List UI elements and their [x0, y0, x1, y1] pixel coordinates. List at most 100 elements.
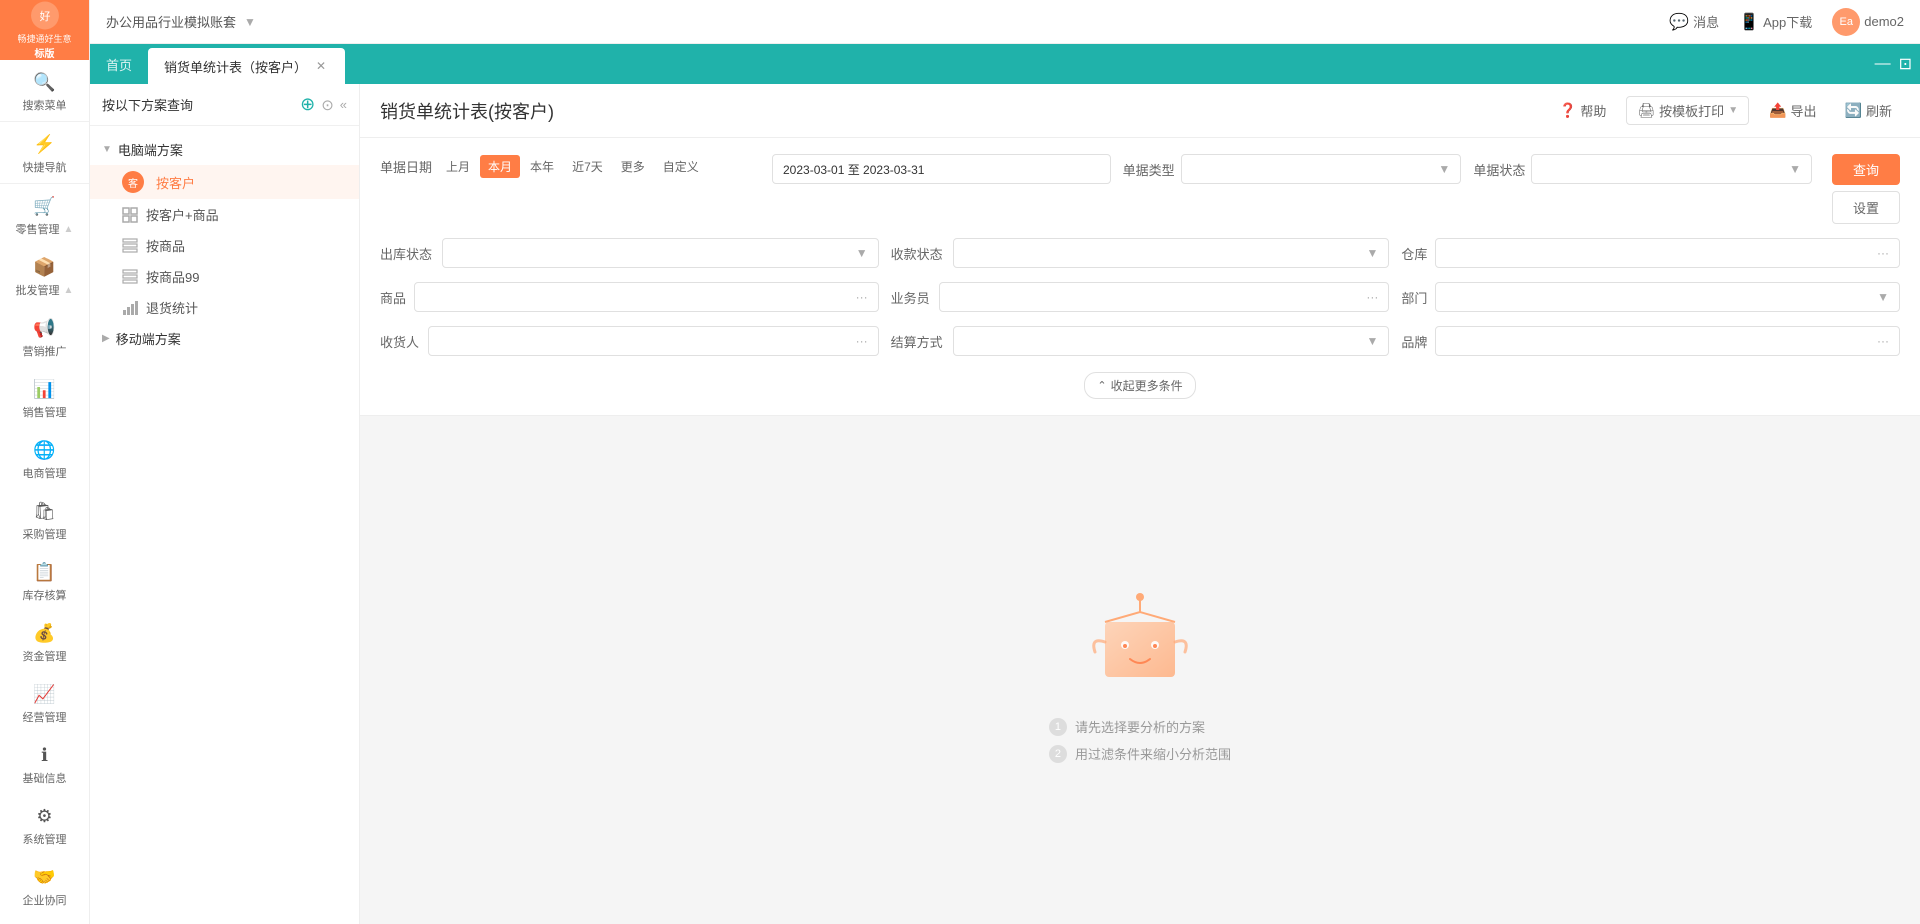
collapse-panel-btn[interactable]: « — [340, 97, 347, 112]
desktop-group-header[interactable]: ▼ 电脑端方案 — [90, 134, 359, 165]
empty-tip-1: 1 请先选择要分析的方案 — [1049, 717, 1231, 736]
tab-close-icon[interactable]: ✕ — [313, 58, 329, 74]
receiver-select[interactable]: ··· — [428, 326, 879, 356]
sidebar-item-purchase[interactable]: 🛍 采购管理 — [0, 489, 89, 550]
sidebar-item-enterprise[interactable]: 🤝 企业协同 — [0, 855, 89, 916]
tab-home[interactable]: 首页 — [90, 44, 148, 84]
collapse-button[interactable]: ⌃ 收起更多条件 — [1084, 372, 1195, 399]
desktop-group-label: 电脑端方案 — [118, 140, 183, 159]
sidebar-item-newbie[interactable]: 🎯 新手引导 — [0, 916, 89, 924]
sidebar-item-operations[interactable]: 📈 经营管理 — [0, 672, 89, 733]
sidebar-item-inventory[interactable]: 📋 库存核算 — [0, 550, 89, 611]
app-download-btn[interactable]: 📱 App下载 — [1739, 12, 1812, 32]
last7-btn[interactable]: 近7天 — [564, 154, 611, 179]
operations-icon: 📈 — [33, 684, 55, 705]
return-stats-icon — [122, 300, 138, 316]
salesperson-more-icon[interactable]: ··· — [1366, 290, 1378, 304]
brand-more-icon[interactable]: ··· — [1877, 334, 1889, 348]
sidebar-item-basic[interactable]: ℹ 基础信息 — [0, 733, 89, 794]
custom-date-btn[interactable]: 自定义 — [655, 154, 707, 179]
print-icon: 🖨 — [1637, 102, 1655, 119]
sidebar-item-wholesale[interactable]: 📦 批发管理 ▲ — [0, 245, 89, 306]
tabbar: 首页 销货单统计表（按客户） ✕ — ⊡ — [90, 44, 1920, 84]
sidebar-item-marketing[interactable]: 📢 营销推广 — [0, 306, 89, 367]
tab-maximize-icon[interactable]: ⊡ — [1899, 54, 1912, 74]
tree-item-by-goods-99[interactable]: 按商品99 — [90, 261, 359, 292]
tabbar-actions: — ⊡ — [1875, 54, 1920, 74]
app-download-icon: 📱 — [1739, 12, 1759, 32]
dept-select[interactable]: ▼ — [1435, 282, 1900, 312]
message-btn[interactable]: 💬 消息 — [1669, 12, 1719, 32]
sidebar-item-system[interactable]: ⚙ 系统管理 — [0, 794, 89, 855]
query-main: 销货单统计表(按客户) ❓ 帮助 🖨 按模板打印 ▼ 📤 导出 — [360, 84, 1920, 924]
topbar: 办公用品行业模拟账套 ▼ 💬 消息 📱 App下载 Ea demo2 — [90, 0, 1920, 44]
goods-group: 商品 ··· — [380, 282, 879, 312]
sidebar-item-quick-nav[interactable]: ⚡ 快捷导航 — [0, 122, 89, 184]
filter-area: 单据日期 上月 本月 本年 近7天 更多 自定义 2023-03-01 至 20… — [360, 138, 1920, 416]
sidebar-item-retail[interactable]: 🛒 零售管理 ▲ — [0, 184, 89, 245]
receive-status-chevron-icon: ▼ — [1366, 246, 1378, 260]
prev-month-btn[interactable]: 上月 — [438, 154, 478, 179]
purchase-icon: 🛍 — [33, 501, 56, 522]
sidebar-item-search[interactable]: 🔍 搜索菜单 — [0, 60, 89, 122]
receive-status-select[interactable]: ▼ — [953, 238, 1390, 268]
goods-more-icon[interactable]: ··· — [856, 290, 868, 304]
date-range-input[interactable]: 2023-03-01 至 2023-03-31 — [772, 154, 1111, 184]
collapse-bar: ⌃ 收起更多条件 — [380, 364, 1900, 399]
dept-group: 部门 ▼ — [1401, 282, 1900, 312]
tree-item-by-goods-label: 按商品 — [146, 236, 185, 255]
enterprise-icon: 🤝 — [33, 867, 55, 888]
user-profile[interactable]: Ea demo2 — [1832, 8, 1904, 36]
tab-sales-stats[interactable]: 销货单统计表（按客户） ✕ — [148, 48, 345, 84]
settlement-select[interactable]: ▼ — [953, 326, 1390, 356]
mobile-group-header[interactable]: ▶ 移动端方案 — [90, 323, 359, 354]
search-icon: 🔍 — [33, 72, 55, 93]
by-customer-circle: 客 — [122, 171, 144, 193]
retail-arrow-icon: ▲ — [64, 224, 74, 235]
salesperson-select[interactable]: ··· — [939, 282, 1390, 312]
edit-scheme-btn[interactable]: ⊙ — [321, 96, 334, 114]
receiver-more-icon[interactable]: ··· — [856, 334, 868, 348]
sidebar-item-sales-mgmt[interactable]: 📊 销售管理 — [0, 367, 89, 428]
sidebar: 好 畅捷通好生意 标版 🔍 搜索菜单 ⚡ 快捷导航 🛒 零售管理 ▲ 📦 批发管… — [0, 0, 90, 924]
sidebar-item-ecommerce[interactable]: 🌐 电商管理 — [0, 428, 89, 489]
brand-select[interactable]: ··· — [1435, 326, 1900, 356]
tree-item-by-customer-goods[interactable]: 按客户+商品 — [90, 199, 359, 230]
tree-item-return-stats[interactable]: 退货统计 — [90, 292, 359, 323]
goods-select[interactable]: ··· — [414, 282, 879, 312]
message-label: 消息 — [1693, 12, 1719, 31]
salesperson-group: 业务员 ··· — [891, 282, 1390, 312]
more-date-btn[interactable]: 更多 — [613, 154, 653, 179]
print-btn[interactable]: 🖨 按模板打印 ▼ — [1626, 96, 1749, 125]
mobile-group-label: 移动端方案 — [116, 329, 181, 348]
tree-item-by-goods[interactable]: 按商品 — [90, 230, 359, 261]
logo-icon: 好 — [27, 0, 63, 31]
this-year-btn[interactable]: 本年 — [522, 154, 562, 179]
add-scheme-btn[interactable]: ⊕ — [300, 94, 315, 115]
collapse-label: 收起更多条件 — [1111, 377, 1183, 394]
doc-type-select[interactable]: ▼ — [1181, 154, 1462, 184]
sidebar-label-wholesale: 批发管理 — [16, 282, 60, 298]
topbar-dropdown-icon[interactable]: ▼ — [244, 15, 256, 29]
goods-label: 商品 — [380, 288, 408, 307]
refresh-btn[interactable]: 🔄 刷新 — [1837, 97, 1900, 124]
warehouse-select[interactable]: ··· — [1435, 238, 1900, 268]
tab-minimize-icon[interactable]: — — [1875, 55, 1891, 73]
help-btn[interactable]: ❓ 帮助 — [1551, 97, 1614, 124]
tree-item-by-customer[interactable]: 客 按客户 — [90, 165, 359, 199]
doc-status-select[interactable]: ▼ — [1531, 154, 1812, 184]
sidebar-label-finance: 资金管理 — [23, 648, 67, 664]
mobile-group: ▶ 移动端方案 — [90, 323, 359, 354]
settings-button[interactable]: 设置 — [1832, 191, 1900, 224]
query-button[interactable]: 查询 — [1832, 154, 1900, 185]
warehouse-group: 仓库 ··· — [1401, 238, 1900, 268]
basic-icon: ℹ — [41, 745, 48, 766]
sidebar-item-finance[interactable]: 💰 资金管理 — [0, 611, 89, 672]
goods-99-icon — [122, 269, 138, 285]
export-btn[interactable]: 📤 导出 — [1761, 97, 1824, 124]
sidebar-label-sales-mgmt: 销售管理 — [23, 404, 67, 420]
dept-chevron-icon: ▼ — [1877, 290, 1889, 304]
out-status-select[interactable]: ▼ — [442, 238, 879, 268]
warehouse-more-icon[interactable]: ··· — [1877, 246, 1889, 260]
this-month-btn[interactable]: 本月 — [480, 155, 520, 178]
